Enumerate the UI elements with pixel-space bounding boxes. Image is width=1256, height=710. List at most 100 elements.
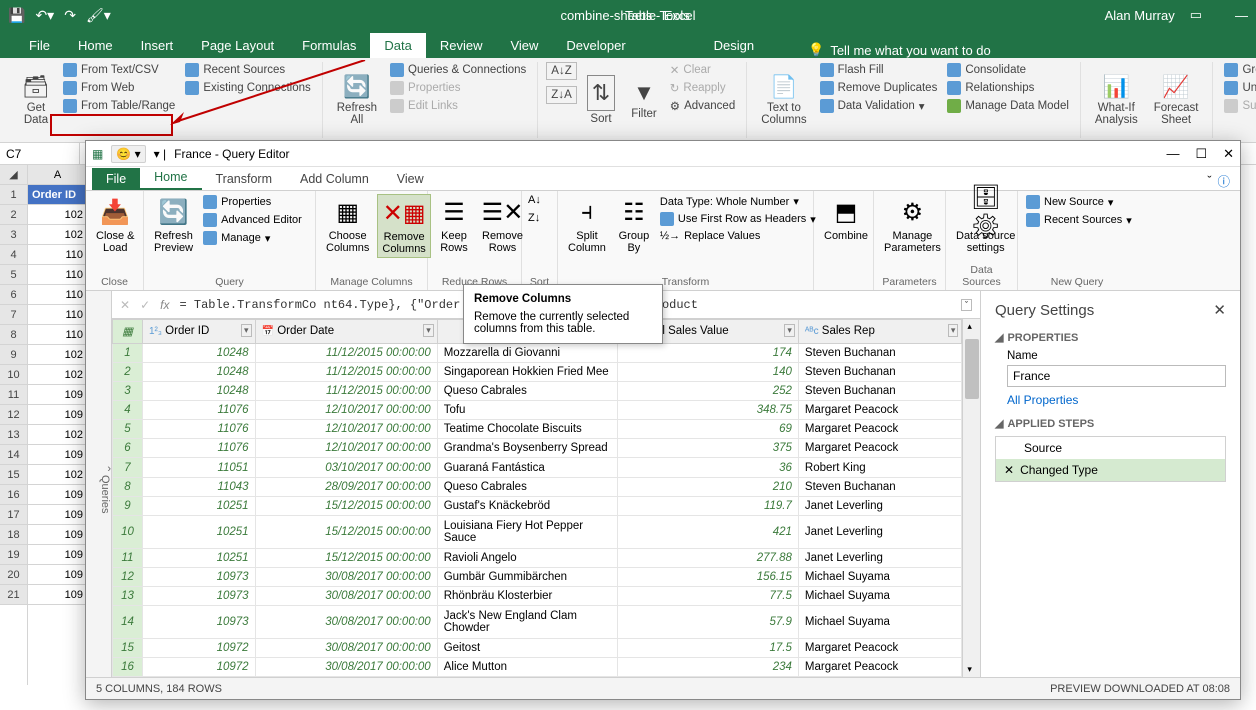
table-row[interactable]: 21024811/12/2015 00:00:00Singaporean Hok… xyxy=(113,362,962,381)
maximize-icon[interactable]: ☐ xyxy=(1195,146,1207,162)
undo-icon[interactable]: ↶▾ xyxy=(35,7,54,24)
save-icon[interactable]: 💾 xyxy=(8,7,25,24)
row-header[interactable]: 17 xyxy=(0,505,27,525)
row-header[interactable]: 20 xyxy=(0,565,27,585)
table-row[interactable]: 131097330/08/2017 00:00:00Rhönbräu Klost… xyxy=(113,586,962,605)
step-changed-type[interactable]: ✕Changed Type xyxy=(996,459,1225,481)
cell[interactable]: 109 xyxy=(28,445,88,465)
fx-icon[interactable]: fx xyxy=(160,298,169,312)
scrollbar-thumb[interactable] xyxy=(965,339,979,399)
tab-developer[interactable]: Developer xyxy=(552,33,639,58)
row-header[interactable]: 14 xyxy=(0,445,27,465)
forecast-sheet-button[interactable]: 📈Forecast Sheet xyxy=(1148,62,1205,138)
replace-values-button[interactable]: ½→Replace Values xyxy=(658,229,818,243)
what-if-button[interactable]: 📊What-If Analysis xyxy=(1089,62,1144,138)
cell[interactable]: 110 xyxy=(28,325,88,345)
table-row[interactable]: 41107612/10/2017 00:00:00Tofu348.75Marga… xyxy=(113,401,962,420)
close-load-button[interactable]: 📥Close & Load xyxy=(92,194,139,256)
qe-tab-add-column[interactable]: Add Column xyxy=(286,168,383,190)
keep-rows-button[interactable]: ☰Keep Rows xyxy=(434,194,474,256)
table-row[interactable]: 61107612/10/2017 00:00:00Grandma's Boyse… xyxy=(113,439,962,458)
brush-icon[interactable]: 🖌▾ xyxy=(86,7,111,24)
manage-data-model-button[interactable]: Manage Data Model xyxy=(944,98,1072,114)
row-header[interactable]: 10 xyxy=(0,365,27,385)
row-header[interactable]: 13 xyxy=(0,425,27,445)
table-row[interactable]: 11024811/12/2015 00:00:00Mozzarella di G… xyxy=(113,343,962,362)
cell[interactable]: 110 xyxy=(28,285,88,305)
cell[interactable]: 109 xyxy=(28,505,88,525)
col-header-a[interactable]: A xyxy=(28,165,88,185)
advanced-filter-button[interactable]: ⚙Advanced xyxy=(667,98,738,114)
from-text-csv-button[interactable]: From Text/CSV xyxy=(60,62,178,78)
data-source-settings-button[interactable]: 🗄⚙Data source settings xyxy=(952,194,1019,256)
cell[interactable]: 110 xyxy=(28,265,88,285)
row-header[interactable]: 15 xyxy=(0,465,27,485)
qe-tab-transform[interactable]: Transform xyxy=(202,168,287,190)
relationships-button[interactable]: Relationships xyxy=(944,80,1072,96)
cell[interactable]: 110 xyxy=(28,305,88,325)
row-header[interactable]: 5 xyxy=(0,265,27,285)
close-panel-icon[interactable]: ✕ xyxy=(1213,301,1226,319)
tab-home[interactable]: Home xyxy=(64,33,127,58)
table-row[interactable]: 51107612/10/2017 00:00:00Teatime Chocola… xyxy=(113,420,962,439)
qe-properties-button[interactable]: Properties xyxy=(201,194,304,210)
edit-links-button[interactable]: Edit Links xyxy=(387,98,529,114)
remove-columns-button[interactable]: ✕▦Remove Columns xyxy=(377,194,430,258)
from-table-range-button[interactable]: From Table/Range xyxy=(60,98,178,114)
chevron-up-icon[interactable]: ˇ xyxy=(1207,174,1211,188)
row-header[interactable]: 11 xyxy=(0,385,27,405)
row-header[interactable]: 16 xyxy=(0,485,27,505)
sort-desc-icon[interactable]: Z↓ xyxy=(528,212,541,224)
data-validation-button[interactable]: Data Validation ▾ xyxy=(817,98,941,114)
sort-asc-icon[interactable]: A↓Z xyxy=(546,62,576,80)
cell[interactable]: 109 xyxy=(28,565,88,585)
cell[interactable]: 109 xyxy=(28,405,88,425)
choose-columns-button[interactable]: ▦Choose Columns xyxy=(322,194,373,256)
queries-connections-button[interactable]: Queries & Connections xyxy=(387,62,529,78)
step-source[interactable]: Source xyxy=(996,437,1225,459)
filter-dropdown-icon[interactable]: ▾ xyxy=(241,324,252,337)
new-source-button[interactable]: New Source ▾ xyxy=(1024,194,1134,210)
remove-duplicates-button[interactable]: Remove Duplicates xyxy=(817,80,941,96)
redo-icon[interactable]: ↷ xyxy=(64,7,76,24)
qe-tab-view[interactable]: View xyxy=(383,168,438,190)
tab-data[interactable]: Data xyxy=(370,33,425,58)
cell[interactable]: 102 xyxy=(28,345,88,365)
select-all-corner[interactable]: ◢ xyxy=(0,165,27,185)
user-name[interactable]: Alan Murray xyxy=(1105,8,1175,23)
remove-rows-button[interactable]: ☰✕Remove Rows xyxy=(478,194,527,256)
row-header[interactable]: 18 xyxy=(0,525,27,545)
cell[interactable]: 102 xyxy=(28,465,88,485)
row-header[interactable]: 6 xyxy=(0,285,27,305)
row-header[interactable]: 8 xyxy=(0,325,27,345)
corner[interactable]: ▦ xyxy=(113,320,143,344)
col-header[interactable]: ᴬᴮc Sales Rep▾ xyxy=(798,320,961,344)
row-header[interactable]: 1 xyxy=(0,185,27,205)
ribbon-display-icon[interactable]: ▭ xyxy=(1190,7,1202,23)
manage-parameters-button[interactable]: ⚙Manage Parameters xyxy=(880,194,945,256)
table-row[interactable]: 81104328/09/2017 00:00:00Queso Cabrales2… xyxy=(113,477,962,496)
accept-icon[interactable]: ✓ xyxy=(140,298,150,312)
filter-dropdown-icon[interactable]: ▾ xyxy=(784,324,795,337)
reapply-button[interactable]: ↻Reapply xyxy=(667,80,738,96)
first-row-headers-button[interactable]: Use First Row as Headers ▾ xyxy=(658,211,818,227)
delete-step-icon[interactable]: ✕ xyxy=(1004,463,1014,477)
cancel-icon[interactable]: ✕ xyxy=(120,298,130,312)
cell[interactable]: 109 xyxy=(28,585,88,605)
table-row[interactable]: 111025115/12/2015 00:00:00Ravioli Angelo… xyxy=(113,548,962,567)
sort-button[interactable]: ⇅Sort xyxy=(581,62,621,138)
qe-tab-file[interactable]: File xyxy=(92,168,140,190)
table-row[interactable]: 91025115/12/2015 00:00:00Gustaf's Knäcke… xyxy=(113,496,962,515)
advanced-editor-button[interactable]: Advanced Editor xyxy=(201,212,304,228)
formula-dropdown-icon[interactable]: ˇ xyxy=(961,299,972,311)
minimize-icon[interactable]: — xyxy=(1166,146,1179,162)
vertical-scrollbar[interactable]: ▴ ▾ xyxy=(962,319,980,677)
table-row[interactable]: 151097230/08/2017 00:00:00Geitost17.5Mar… xyxy=(113,638,962,657)
header-order-id[interactable]: Order ID xyxy=(28,185,88,205)
properties-button[interactable]: Properties xyxy=(387,80,529,96)
tab-page-layout[interactable]: Page Layout xyxy=(187,33,288,58)
qe-tab-home[interactable]: Home xyxy=(140,166,201,190)
tab-file[interactable]: File xyxy=(15,33,64,58)
row-header[interactable]: 9 xyxy=(0,345,27,365)
queries-sidebar[interactable]: › Queries xyxy=(86,291,112,677)
